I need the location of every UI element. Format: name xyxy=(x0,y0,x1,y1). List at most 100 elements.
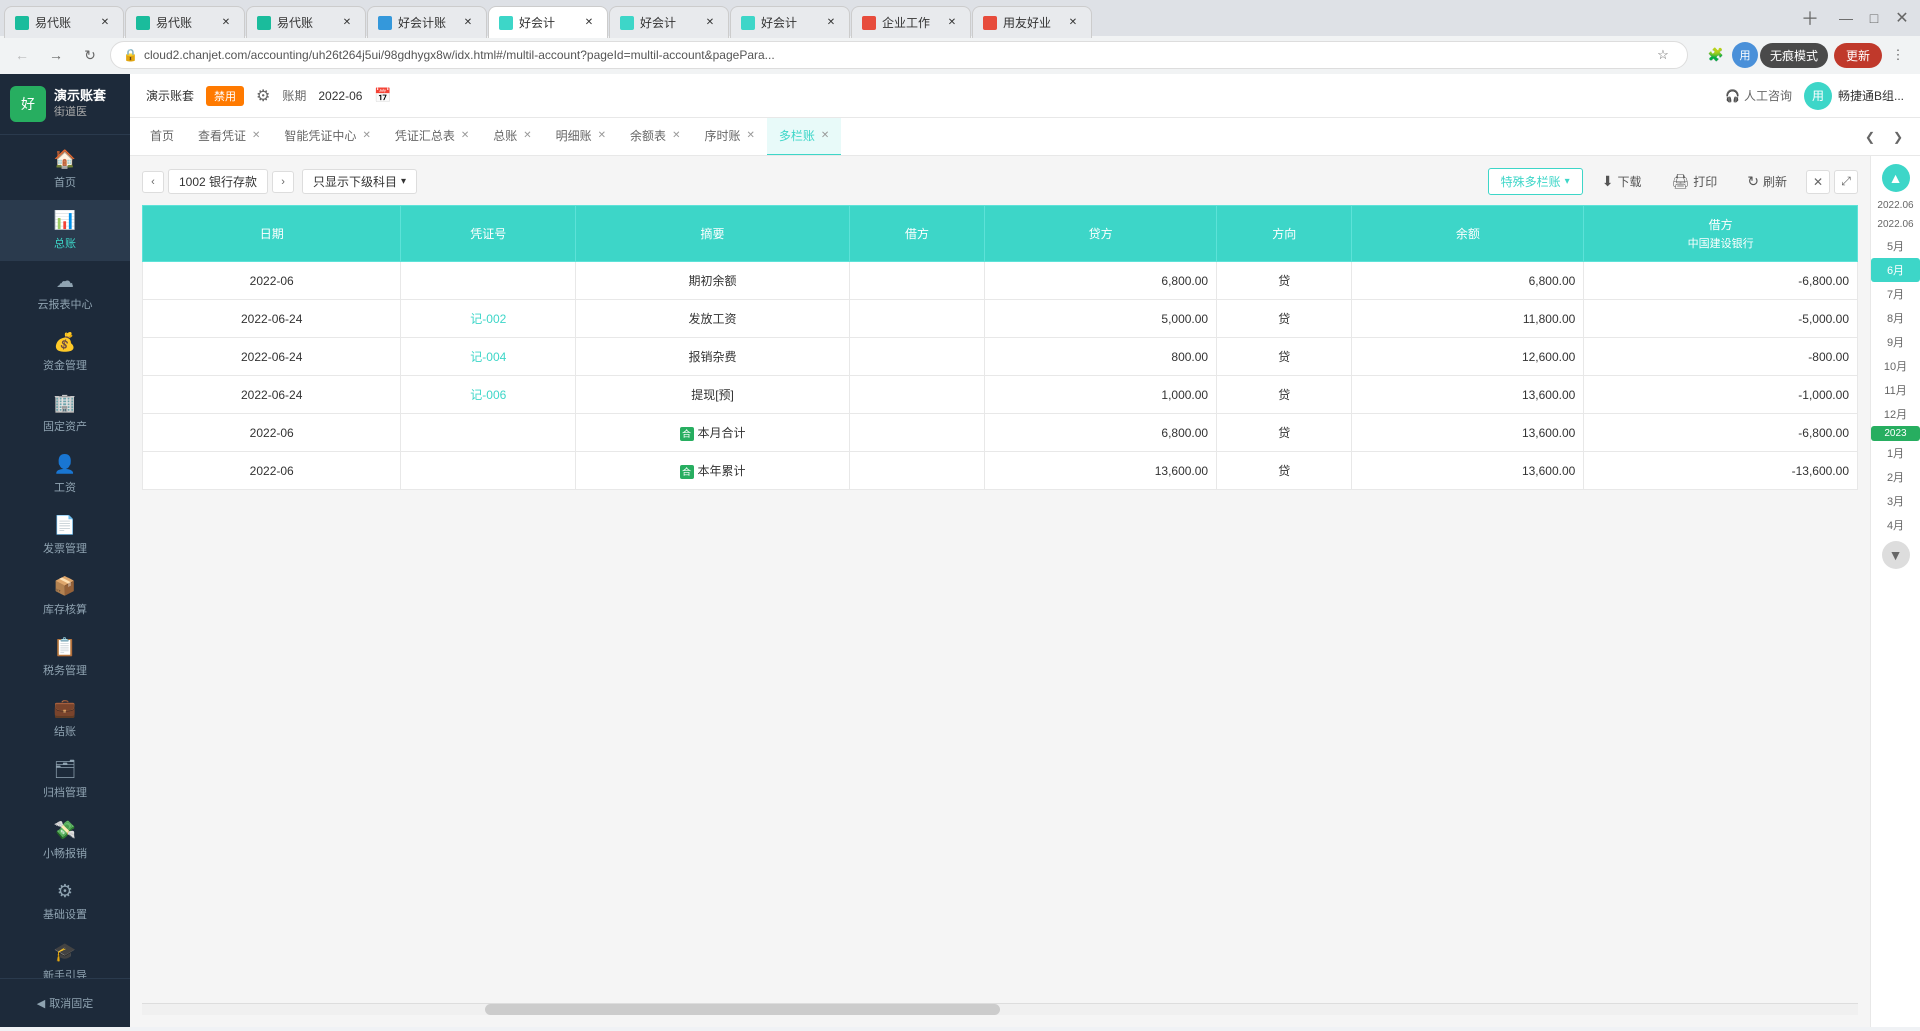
browser-tab-4[interactable]: 好会计 ✕ xyxy=(488,6,608,38)
date-panel-scroll-down[interactable]: ▼ xyxy=(1882,541,1910,569)
tab-close-icon[interactable]: ✕ xyxy=(460,15,476,31)
sidebar-item-新手引导[interactable]: 🎓 新手引导 xyxy=(0,932,130,978)
update-button[interactable]: 更新 xyxy=(1834,43,1882,68)
refresh-button[interactable]: ↻ 刷新 xyxy=(1736,168,1798,195)
page-tab-智能凭证中心[interactable]: 智能凭证中心✕ xyxy=(272,118,382,156)
address-bar[interactable]: 🔒 cloud2.chanjet.com/accounting/uh26t264… xyxy=(110,41,1688,69)
date-panel-year-1[interactable]: 2022.06 xyxy=(1871,215,1920,234)
page-tab-close-1[interactable]: ✕ xyxy=(252,130,260,141)
filter-select[interactable]: 只显示下级科目 ▾ xyxy=(302,169,417,194)
browser-tab-5[interactable]: 好会计 ✕ xyxy=(609,6,729,38)
tab-close-icon[interactable]: ✕ xyxy=(944,15,960,31)
tab-close-icon[interactable]: ✕ xyxy=(97,15,113,31)
menu-button[interactable]: ⋮ xyxy=(1884,41,1912,69)
date-panel-month-5月[interactable]: 5月 xyxy=(1871,234,1920,258)
next-account-button[interactable]: › xyxy=(272,171,294,193)
date-panel-scroll-up[interactable]: ▲ xyxy=(1882,164,1910,192)
settings-icon[interactable]: ⚙ xyxy=(256,86,270,106)
page-tab-余额表[interactable]: 余额表✕ xyxy=(618,118,692,156)
page-tab-首页[interactable]: 首页 xyxy=(138,118,186,156)
cell-3-1[interactable]: 记-006 xyxy=(401,376,576,414)
page-tab-close-2[interactable]: ✕ xyxy=(362,130,370,141)
sidebar-item-基础设置[interactable]: ⚙ 基础设置 xyxy=(0,871,130,932)
page-tab-close-7[interactable]: ✕ xyxy=(746,130,754,141)
browser-tab-3[interactable]: 好会计账 ✕ xyxy=(367,6,487,38)
download-button[interactable]: ⬇ 下载 xyxy=(1591,168,1653,195)
tab-close-icon[interactable]: ✕ xyxy=(218,15,234,31)
browser-tab-6[interactable]: 好会计 ✕ xyxy=(730,6,850,38)
maximize-button[interactable]: □ xyxy=(1860,4,1888,32)
sidebar-item-税务管理[interactable]: 📋 税务管理 xyxy=(0,627,130,688)
tab-close-icon[interactable]: ✕ xyxy=(1065,15,1081,31)
horizontal-scrollbar[interactable] xyxy=(142,1003,1858,1015)
sidebar-item-发票管理[interactable]: 📄 发票管理 xyxy=(0,505,130,566)
date-panel-month2-3月[interactable]: 3月 xyxy=(1871,489,1920,513)
page-tab-总账[interactable]: 总账✕ xyxy=(481,118,543,156)
browser-tab-0[interactable]: 易代账 ✕ xyxy=(4,6,124,38)
unpin-button[interactable]: ◀ 取消固定 xyxy=(0,987,130,1019)
collapse-button[interactable]: ✕ xyxy=(1806,170,1830,194)
print-button[interactable]: 🖨 打印 xyxy=(1660,168,1728,195)
browser-tab-7[interactable]: 企业工作 ✕ xyxy=(851,6,971,38)
date-panel-month-9月[interactable]: 9月 xyxy=(1871,330,1920,354)
user-info[interactable]: 用 畅捷通B组... xyxy=(1804,82,1904,110)
date-panel-month2-2月[interactable]: 2月 xyxy=(1871,465,1920,489)
page-tab-多栏账[interactable]: 多栏账✕ xyxy=(767,118,841,156)
date-panel-month2-4月[interactable]: 4月 xyxy=(1871,513,1920,537)
date-panel-month-11月[interactable]: 11月 xyxy=(1871,378,1920,402)
date-panel-month-7月[interactable]: 7月 xyxy=(1871,282,1920,306)
page-tab-close-8[interactable]: ✕ xyxy=(821,130,829,141)
cell-1-1[interactable]: 记-002 xyxy=(401,300,576,338)
forward-button[interactable]: → xyxy=(42,41,70,69)
new-tab-button[interactable]: ＋ xyxy=(1796,4,1824,32)
date-panel-month-6月[interactable]: 6月 xyxy=(1871,258,1920,282)
page-tab-close-5[interactable]: ✕ xyxy=(598,130,606,141)
page-tab-明细账[interactable]: 明细账✕ xyxy=(544,118,618,156)
bookmark-button[interactable]: ☆ xyxy=(1651,43,1675,67)
page-tab-close-3[interactable]: ✕ xyxy=(461,130,469,141)
multi-col-button[interactable]: 特殊多栏账 ▾ xyxy=(1488,168,1583,195)
tab-close-icon[interactable]: ✕ xyxy=(823,15,839,31)
reload-button[interactable]: ↻ xyxy=(76,41,104,69)
profile-button[interactable]: 用 xyxy=(1732,42,1758,68)
tab-collapse-right[interactable]: ❯ xyxy=(1884,123,1912,151)
page-tab-序时账[interactable]: 序时账✕ xyxy=(692,118,766,156)
back-button[interactable]: ← xyxy=(8,41,36,69)
close-browser-button[interactable]: ✕ xyxy=(1888,4,1916,32)
calendar-icon[interactable]: 📅 xyxy=(374,87,391,104)
sidebar-item-首页[interactable]: 🏠 首页 xyxy=(0,139,130,200)
consult-button[interactable]: 🎧 人工咨询 xyxy=(1725,87,1792,104)
sidebar-item-固定资产[interactable]: 🏢 固定资产 xyxy=(0,383,130,444)
tab-close-icon[interactable]: ✕ xyxy=(581,15,597,31)
browser-tab-1[interactable]: 易代账 ✕ xyxy=(125,6,245,38)
page-tab-查看凭证[interactable]: 查看凭证✕ xyxy=(186,118,272,156)
date-panel-month-10月[interactable]: 10月 xyxy=(1871,354,1920,378)
cell-2-1[interactable]: 记-004 xyxy=(401,338,576,376)
browser-tab-8[interactable]: 用友好业 ✕ xyxy=(972,6,1092,38)
page-tab-close-6[interactable]: ✕ xyxy=(672,130,680,141)
sidebar-item-工资[interactable]: 👤 工资 xyxy=(0,444,130,505)
scroll-thumb[interactable] xyxy=(485,1004,1000,1015)
incognito-button[interactable]: 无痕模式 xyxy=(1760,43,1828,68)
prev-account-button[interactable]: ‹ xyxy=(142,171,164,193)
sidebar-item-资金管理[interactable]: 💰 资金管理 xyxy=(0,322,130,383)
date-panel-month2-1月[interactable]: 1月 xyxy=(1871,441,1920,465)
date-panel-month-12月[interactable]: 12月 xyxy=(1871,402,1920,426)
sidebar-item-结账[interactable]: 💼 结账 xyxy=(0,688,130,749)
tab-collapse-left[interactable]: ❮ xyxy=(1856,123,1884,151)
sidebar-item-归档管理[interactable]: 🗂 归档管理 xyxy=(0,749,130,810)
page-tab-凭证汇总表[interactable]: 凭证汇总表✕ xyxy=(383,118,481,156)
browser-tab-2[interactable]: 易代账 ✕ xyxy=(246,6,366,38)
date-panel-month-8月[interactable]: 8月 xyxy=(1871,306,1920,330)
sidebar-item-总账[interactable]: 📊 总账 xyxy=(0,200,130,261)
minimize-button[interactable]: ― xyxy=(1832,4,1860,32)
sidebar-item-库存核算[interactable]: 📦 库存核算 xyxy=(0,566,130,627)
date-panel-year-0[interactable]: 2022.06 xyxy=(1871,196,1920,215)
expand-button[interactable]: ⤢ xyxy=(1834,170,1858,194)
sidebar-item-云报表中心[interactable]: ☁ 云报表中心 xyxy=(0,261,130,322)
page-tab-close-4[interactable]: ✕ xyxy=(523,130,531,141)
tab-close-icon[interactable]: ✕ xyxy=(339,15,355,31)
sidebar-item-小畅报销[interactable]: 💸 小畅报销 xyxy=(0,810,130,871)
tab-close-icon[interactable]: ✕ xyxy=(702,15,718,31)
extensions-button[interactable]: 🧩 xyxy=(1702,41,1730,69)
